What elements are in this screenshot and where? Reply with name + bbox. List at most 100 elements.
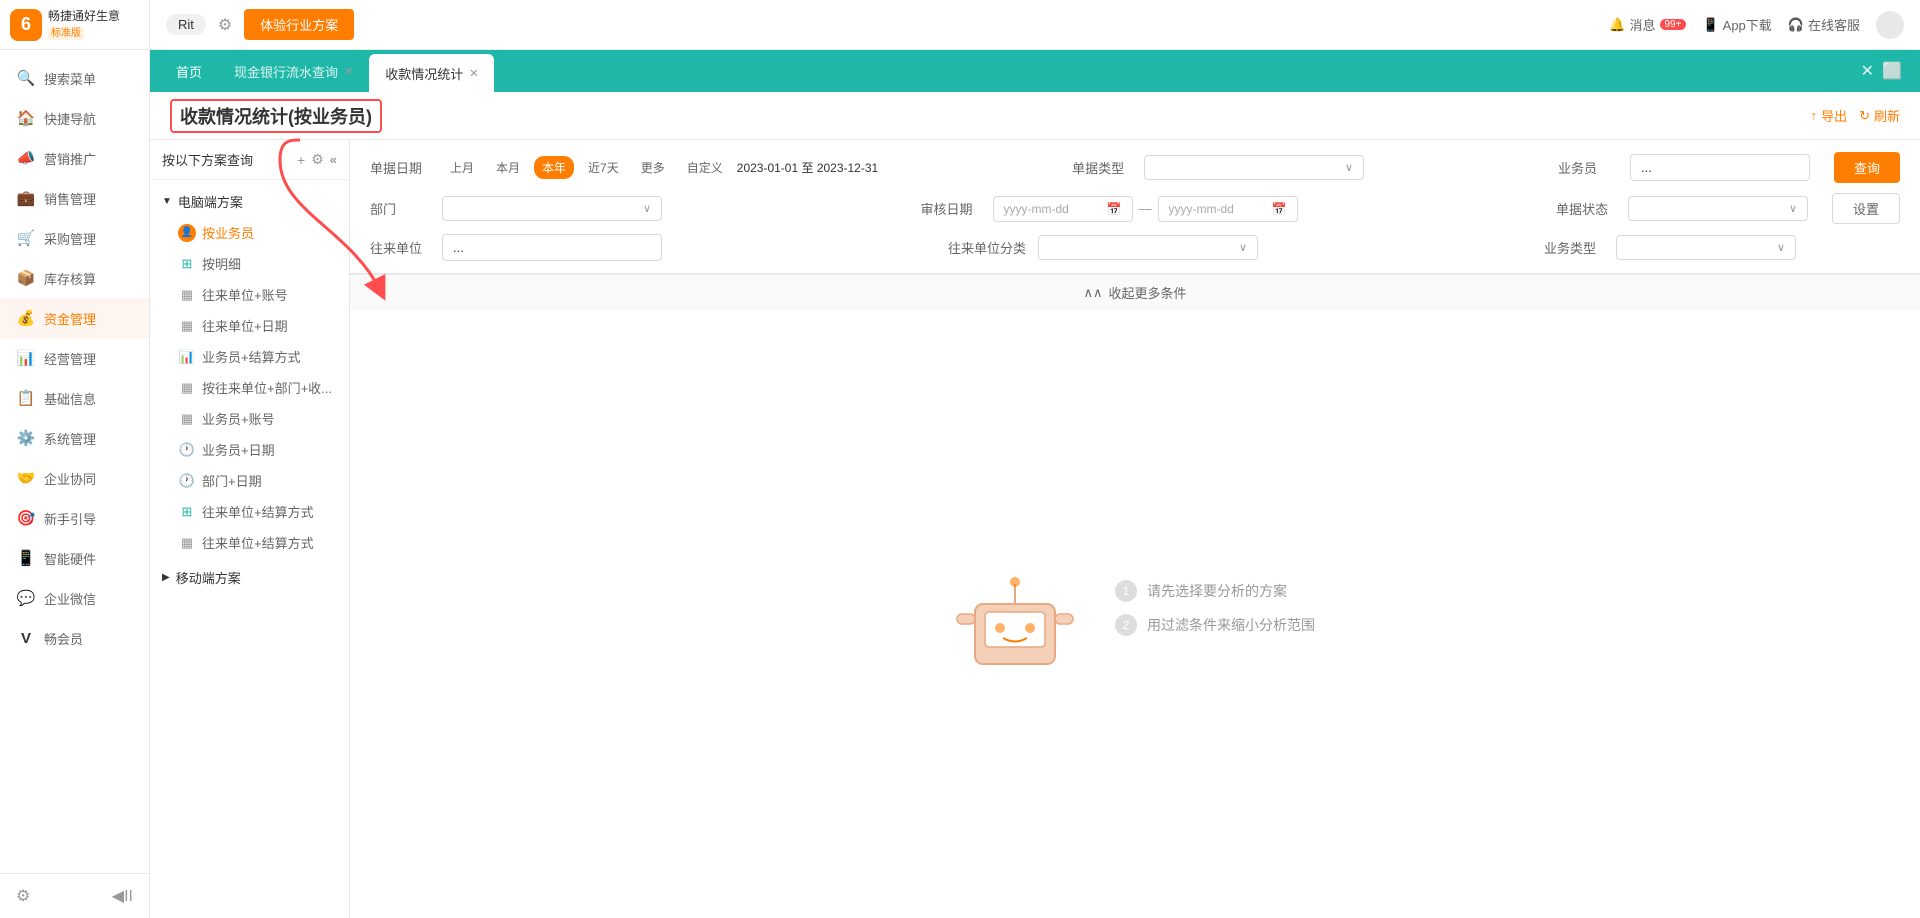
- sidebar-item-guide[interactable]: 🎯 新手引导: [0, 498, 149, 538]
- tab-window-controls: ✕ ⬜: [1861, 50, 1910, 92]
- system-icon: ⚙️: [16, 428, 36, 448]
- query-btn[interactable]: 查询: [1834, 152, 1900, 183]
- user-info: Rit: [166, 14, 206, 35]
- empty-step-1: 1 请先选择要分析的方案: [1115, 580, 1315, 602]
- add-scheme-icon[interactable]: +: [297, 152, 305, 168]
- service-icon: 🎧: [1788, 17, 1804, 33]
- scheme-item-salesman-account[interactable]: ▦ 业务员+账号: [150, 403, 349, 434]
- sidebar-item-hardware[interactable]: 📱 智能硬件: [0, 538, 149, 578]
- tab-receipt[interactable]: 收款情况统计 ✕: [369, 54, 494, 92]
- scheme-item-unit-account[interactable]: ▦ 往来单位+账号: [150, 279, 349, 310]
- tab-bank-close[interactable]: ✕: [344, 65, 353, 78]
- set-btn[interactable]: 设置: [1832, 193, 1900, 224]
- panel-header-title: 按以下方案查询: [162, 150, 253, 169]
- sidebar-item-search[interactable]: 🔍 搜索菜单: [0, 58, 149, 98]
- grid2-icon: ⊞: [178, 503, 196, 521]
- scheme-group-mobile-header[interactable]: ▶ 移动端方案: [150, 562, 349, 593]
- doc-type-select[interactable]: ∨: [1144, 155, 1364, 180]
- step-1-num: 1: [1115, 580, 1137, 602]
- sidebar-item-member[interactable]: V 畅会员: [0, 618, 149, 658]
- collapse-bar[interactable]: ∧∧ 收起更多条件: [350, 274, 1920, 310]
- scheme-item-unit-settle1[interactable]: ⊞ 往来单位+结算方式: [150, 496, 349, 527]
- scheme-item-dept-date[interactable]: 🕐 部门+日期: [150, 465, 349, 496]
- tab-home[interactable]: 首页: [160, 50, 218, 92]
- date-to-placeholder: yyyy-mm-dd: [1169, 202, 1234, 216]
- date-options-group: 上月 本月 本年 近7天 更多 自定义 2023-01-01 至 2023-12…: [442, 156, 878, 179]
- basic-icon: 📋: [16, 388, 36, 408]
- messages-badge: 99+: [1660, 19, 1687, 30]
- date-btn-custom[interactable]: 自定义: [679, 156, 731, 179]
- online-service[interactable]: 🎧 在线客服: [1788, 15, 1860, 34]
- date-btn-last-month[interactable]: 上月: [442, 156, 482, 179]
- corp-icon: 🤝: [16, 468, 36, 488]
- logo-icon: 6: [10, 9, 42, 41]
- biz-type-select[interactable]: ∨: [1616, 235, 1796, 260]
- scheme-item-salesman-date[interactable]: 🕐 业务员+日期: [150, 434, 349, 465]
- dept-select[interactable]: ∨: [442, 196, 662, 221]
- table-icon: ▦: [178, 286, 196, 304]
- tab-receipt-close[interactable]: ✕: [469, 67, 478, 80]
- filter-row-2: 部门 ∨ 审核日期 yyyy-mm-dd 📅 —: [370, 193, 1900, 224]
- date-btn-this-year[interactable]: 本年: [534, 156, 574, 179]
- audit-date-group: yyyy-mm-dd 📅 — yyyy-mm-dd 📅: [993, 196, 1298, 222]
- user-avatar[interactable]: [1876, 11, 1904, 39]
- sidebar-item-wechat[interactable]: 💬 企业微信: [0, 578, 149, 618]
- close-window-icon[interactable]: ✕: [1861, 61, 1874, 81]
- trial-btn[interactable]: 体验行业方案: [244, 9, 354, 40]
- dept-label: 部门: [370, 199, 430, 218]
- date-btn-this-month[interactable]: 本月: [488, 156, 528, 179]
- topbar-left: Rit ⚙ 体验行业方案: [166, 9, 354, 40]
- tabbar: 首页 现金银行流水查询 ✕ 收款情况统计 ✕ ✕ ⬜: [150, 50, 1920, 92]
- salesman-select[interactable]: ...: [1630, 154, 1810, 181]
- date-btn-7days[interactable]: 近7天: [580, 156, 627, 179]
- sidebar-item-quicknav[interactable]: 🏠 快捷导航: [0, 98, 149, 138]
- tab-bank[interactable]: 现金银行流水查询 ✕: [218, 50, 369, 92]
- scheme-settings-icon[interactable]: ⚙: [311, 151, 324, 168]
- topbar-gear-icon[interactable]: ⚙: [218, 15, 232, 35]
- search-icon: 🔍: [16, 68, 36, 88]
- sidebar-item-finance[interactable]: 💰 资金管理: [0, 298, 149, 338]
- scheme-item-salesman[interactable]: 👤 按业务员: [150, 217, 349, 248]
- salesman-dots: ...: [1641, 160, 1652, 175]
- expand-arrow-icon: ▼: [162, 196, 172, 207]
- scheme-group-desktop-header[interactable]: ▼ 电脑端方案: [150, 186, 349, 217]
- scheme-item-unit-date[interactable]: ▦ 往来单位+日期: [150, 310, 349, 341]
- sidebar-item-inventory[interactable]: 📦 库存核算: [0, 258, 149, 298]
- date-btn-more[interactable]: 更多: [633, 156, 673, 179]
- group-label: 电脑端方案: [178, 192, 243, 211]
- chart-icon: 📊: [178, 348, 196, 366]
- page-header: 收款情况统计(按业务员) ↑ 导出 ↻ 刷新: [150, 92, 1920, 140]
- sidebar-item-purchase[interactable]: 🛒 采购管理: [0, 218, 149, 258]
- sidebar-item-system[interactable]: ⚙️ 系统管理: [0, 418, 149, 458]
- topbar: Rit ⚙ 体验行业方案 🔔 消息 99+ 📱 App下载 🎧 在线客服: [150, 0, 1920, 50]
- counterpart-type-select[interactable]: ∨: [1038, 235, 1258, 260]
- export-btn[interactable]: ↑ 导出: [1811, 106, 1848, 125]
- refresh-btn[interactable]: ↻ 刷新: [1859, 106, 1900, 125]
- scheme-item-unit-settle2[interactable]: ▦ 往来单位+结算方式: [150, 527, 349, 558]
- maximize-icon[interactable]: ⬜: [1882, 61, 1902, 81]
- app-download[interactable]: 📱 App下载: [1702, 15, 1771, 34]
- counterpart-select[interactable]: ...: [442, 234, 662, 261]
- sidebar-item-marketing[interactable]: 📣 营销推广: [0, 138, 149, 178]
- audit-date-to-input[interactable]: yyyy-mm-dd 📅: [1158, 196, 1298, 222]
- panel-collapse-icon[interactable]: «: [330, 152, 337, 167]
- collapse-sidebar-icon[interactable]: ◀II: [112, 886, 133, 906]
- member-icon: V: [16, 628, 36, 648]
- scheme-item-unit-dept[interactable]: ▦ 按往来单位+部门+收...: [150, 372, 349, 403]
- sidebar-item-sales[interactable]: 💼 销售管理: [0, 178, 149, 218]
- sidebar-item-basic[interactable]: 📋 基础信息: [0, 378, 149, 418]
- empty-step-2: 2 用过滤条件来缩小分析范围: [1115, 614, 1315, 636]
- scheme-item-salesman-settle[interactable]: 📊 业务员+结算方式: [150, 341, 349, 372]
- counterpart-dots: ...: [453, 240, 464, 255]
- audit-date-from-input[interactable]: yyyy-mm-dd 📅: [993, 196, 1133, 222]
- doc-status-select[interactable]: ∨: [1628, 196, 1808, 221]
- messages-area[interactable]: 🔔 消息 99+: [1609, 15, 1686, 34]
- purchase-icon: 🛒: [16, 228, 36, 248]
- page-header-actions: ↑ 导出 ↻ 刷新: [1811, 106, 1900, 125]
- sidebar-footer: ⚙ ◀II: [0, 873, 149, 918]
- sidebar-item-operation[interactable]: 📊 经营管理: [0, 338, 149, 378]
- home-icon: 🏠: [16, 108, 36, 128]
- scheme-item-detail[interactable]: ⊞ 按明细: [150, 248, 349, 279]
- settings-icon[interactable]: ⚙: [16, 886, 30, 906]
- sidebar-item-corp[interactable]: 🤝 企业协同: [0, 458, 149, 498]
